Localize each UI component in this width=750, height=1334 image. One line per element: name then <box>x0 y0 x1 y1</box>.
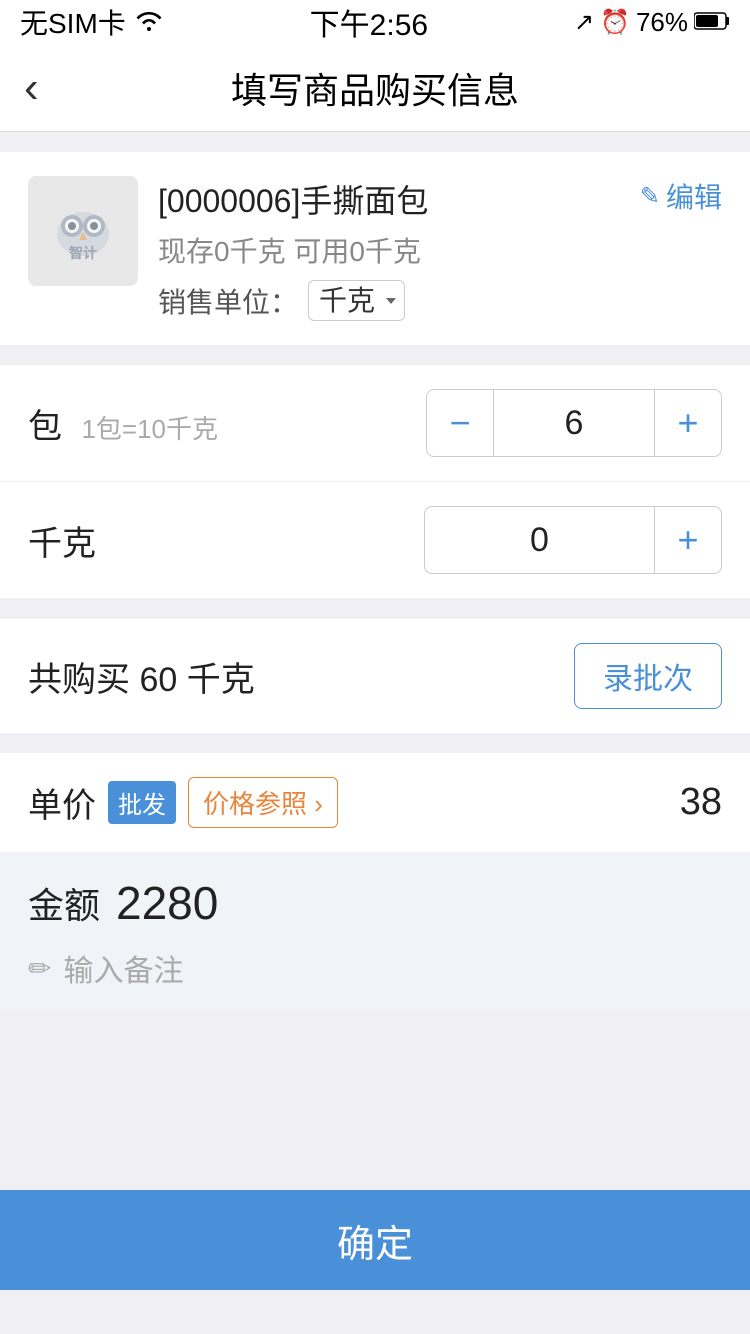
status-right: ↗ ⏰ 76% <box>574 7 730 38</box>
minus-button-bao[interactable]: − <box>426 389 494 457</box>
qty-row-bao: 包 1包=10千克 − + <box>0 365 750 482</box>
carrier-text: 无SIM卡 <box>20 2 126 42</box>
status-left: 无SIM卡 <box>20 2 164 42</box>
confirm-button[interactable]: 确定 <box>0 1190 750 1290</box>
summary-text: 共购买 60 千克 <box>28 652 255 701</box>
remark-placeholder: 输入备注 <box>63 946 183 990</box>
remark-icon: ✏ <box>28 952 51 985</box>
qty-row-kg: 千克 + <box>0 482 750 599</box>
price-ref-button[interactable]: 价格参照 › <box>188 777 338 828</box>
batch-button[interactable]: 录批次 <box>574 643 722 709</box>
price-label: 单价 <box>28 778 96 827</box>
quantity-section: 包 1包=10千克 − + 千克 + <box>0 365 750 599</box>
price-value: 38 <box>680 781 722 824</box>
product-name: [0000006]手撕面包 <box>158 176 428 222</box>
price-row: 单价 批发 价格参照 › 38 <box>28 777 722 828</box>
qty-controls-kg: + <box>424 506 722 574</box>
back-icon: ‹ <box>24 63 39 112</box>
qty-controls-bao: − + <box>426 389 722 457</box>
battery-icon <box>694 7 730 38</box>
product-card: 智计 [0000006]手撕面包 ✎ 编辑 现存0千克 可用0千克 销售单位： … <box>0 152 750 345</box>
nav-bar: ‹ 填写商品购买信息 <box>0 44 750 132</box>
bottom-spacer <box>0 1010 750 1190</box>
alarm-icon: ⏰ <box>600 8 630 37</box>
qty-label-bao: 包 1包=10千克 <box>28 399 426 448</box>
price-section: 单价 批发 价格参照 › 38 <box>0 753 750 852</box>
product-stock: 现存0千克 可用0千克 <box>158 230 722 270</box>
amount-row: 金额 2280 <box>28 876 722 930</box>
edit-label: 编辑 <box>666 176 722 216</box>
amount-section: 金额 2280 ✏ 输入备注 <box>0 852 750 1010</box>
summary-qty: 60 <box>139 661 177 699</box>
product-thumbnail: 智计 <box>28 176 138 286</box>
edit-button[interactable]: ✎ 编辑 <box>640 176 722 216</box>
qty-input-kg[interactable] <box>424 506 654 574</box>
amount-label: 金额 <box>28 877 100 929</box>
price-badge: 批发 <box>108 781 176 824</box>
edit-icon: ✎ <box>640 182 660 211</box>
back-button[interactable]: ‹ <box>24 63 39 113</box>
status-bar: 无SIM卡 下午2:56 ↗ ⏰ 76% <box>0 0 750 44</box>
location-icon: ↗ <box>574 8 594 37</box>
summary-row: 共购买 60 千克 录批次 <box>0 619 750 733</box>
qty-label-kg: 千克 <box>28 516 424 565</box>
summary-unit: 千克 <box>187 661 255 699</box>
remark-row[interactable]: ✏ 输入备注 <box>28 946 722 998</box>
page-title: 填写商品购买信息 <box>231 62 519 114</box>
svg-text:智计: 智计 <box>68 245 97 261</box>
plus-button-kg[interactable]: + <box>654 506 722 574</box>
qty-input-bao[interactable] <box>494 389 654 457</box>
qty-hint-bao: 1包=10千克 <box>81 414 218 444</box>
unit-label: 销售单位： <box>158 281 298 321</box>
status-time: 下午2:56 <box>310 0 428 44</box>
amount-value: 2280 <box>116 876 218 930</box>
unit-select[interactable]: 千克 <box>308 280 405 321</box>
product-info: [0000006]手撕面包 ✎ 编辑 现存0千克 可用0千克 销售单位： 千克 <box>158 176 722 321</box>
product-logo-icon: 智计 <box>48 196 118 266</box>
battery-text: 76% <box>636 7 688 38</box>
plus-button-bao[interactable]: + <box>654 389 722 457</box>
product-unit-row: 销售单位： 千克 <box>158 280 722 321</box>
wifi-icon <box>134 6 164 38</box>
price-left: 单价 批发 价格参照 › <box>28 777 338 828</box>
